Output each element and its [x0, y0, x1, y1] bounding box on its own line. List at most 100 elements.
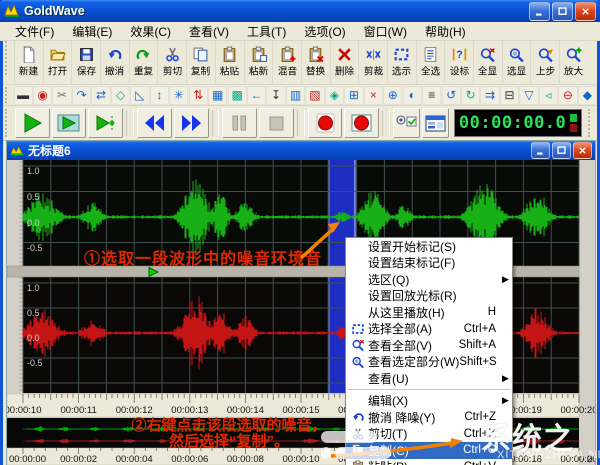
cut-button[interactable]: 剪切: [157, 41, 186, 84]
context-menu-item-4[interactable]: 从这里播放(H) H: [346, 304, 512, 321]
effect-11-button[interactable]: ▦: [208, 85, 228, 105]
svg-text:00:00:06: 00:00:06: [171, 454, 208, 465]
context-menu-item-6[interactable]: 查看全部(V) Shift+A: [346, 337, 512, 354]
effect-29-button[interactable]: ⊖: [558, 85, 578, 105]
viewsel-button[interactable]: 选显: [501, 41, 531, 84]
effect-12-button[interactable]: ▩: [227, 85, 247, 105]
effect-30-button[interactable]: ◆: [577, 85, 597, 105]
new-button[interactable]: 新建: [14, 41, 43, 84]
context-menu-item-10[interactable]: 编辑(X) ▶: [346, 393, 512, 410]
effect-17-button[interactable]: ◈: [324, 85, 345, 105]
svg-text:0: 0: [587, 454, 592, 465]
context-menu-item-0[interactable]: 设置开始标记(S): [346, 238, 512, 255]
play-from-button[interactable]: [88, 108, 124, 138]
device-properties-button[interactable]: [421, 108, 449, 138]
prev-button[interactable]: 上步: [530, 41, 559, 84]
minimize-button[interactable]: [529, 1, 550, 21]
menu-item-7[interactable]: 帮助(H): [416, 21, 475, 42]
trim-button[interactable]: 剪裁: [358, 41, 387, 84]
effect-20-button[interactable]: ⊕: [383, 85, 403, 105]
effect-1-button[interactable]: ▬: [13, 85, 33, 105]
play-selection-button[interactable]: [51, 108, 87, 138]
svg-text:0.0: 0.0: [27, 333, 40, 343]
context-menu-item-14[interactable]: 粘贴(P)Ctrl+V: [346, 459, 512, 465]
context-menu-item-2[interactable]: 选区(Q) ▶: [346, 271, 512, 288]
copy-button[interactable]: 复制: [186, 41, 215, 84]
effect-22-button[interactable]: ≡: [422, 85, 442, 105]
effect-23-button[interactable]: ↺: [441, 85, 461, 105]
toolbar-grip[interactable]: [588, 109, 595, 137]
context-menu-item-8[interactable]: 查看(U) ▶: [346, 370, 512, 387]
undo-button[interactable]: 撤消: [100, 41, 129, 84]
svg-text:-0.5: -0.5: [27, 358, 43, 368]
context-menu-item-1[interactable]: 设置结束标记(F): [346, 255, 512, 272]
rewind-button[interactable]: [136, 108, 172, 138]
context-menu-item-12[interactable]: 剪切(T) Ctrl+X: [346, 426, 512, 443]
effect-4-button[interactable]: ↷: [71, 85, 92, 105]
effect-5-button[interactable]: ⇄: [91, 85, 111, 105]
selectall-button[interactable]: 全选: [415, 41, 445, 84]
monitor-button[interactable]: [392, 108, 420, 138]
paste-button[interactable]: 粘贴: [214, 41, 244, 84]
effect-7-button[interactable]: ◺: [130, 85, 150, 105]
zoomin-button[interactable]: 放大: [559, 41, 588, 84]
effect-24-button[interactable]: ↻: [460, 85, 481, 105]
effect-3-button[interactable]: ✂: [52, 85, 72, 105]
menu-item-6[interactable]: 窗口(W): [355, 21, 416, 42]
record-button[interactable]: [307, 108, 343, 138]
pastenew-button[interactable]: 粘新: [243, 41, 273, 84]
effect-27-button[interactable]: ▽: [519, 85, 539, 105]
effect-10-button[interactable]: ⇅: [188, 85, 208, 105]
context-menu-item-7[interactable]: 查看选定部分(W) Shift+S: [346, 354, 512, 371]
effect-6-button[interactable]: ◇: [110, 85, 131, 105]
effect-18-button[interactable]: ⊞: [344, 85, 364, 105]
play-button[interactable]: [14, 108, 50, 138]
viewall-button[interactable]: 全显: [473, 41, 502, 84]
toolbar-grip[interactable]: [5, 41, 12, 76]
toolbar-grip[interactable]: [5, 109, 12, 137]
toolbar-grip[interactable]: [5, 87, 12, 103]
effect-26-button[interactable]: ⊟: [499, 85, 520, 105]
effect-13-button[interactable]: ←: [246, 85, 267, 105]
effect-15-button[interactable]: ▥: [285, 85, 306, 105]
context-menu-item-5[interactable]: 选择全部(A) Ctrl+A: [346, 321, 512, 338]
record-selection-button[interactable]: [344, 108, 380, 138]
effect-28-button[interactable]: ◃: [538, 85, 559, 105]
effect-19-button[interactable]: ×: [363, 85, 383, 105]
editor-title: 无标题6: [28, 144, 71, 158]
effect-8-button[interactable]: ↕: [149, 85, 169, 105]
selview-button[interactable]: 选示: [386, 41, 416, 84]
context-menu-item-11[interactable]: 撤消 降噪(Y) Ctrl+Z: [346, 409, 512, 426]
context-menu-item-3[interactable]: 设置回放光标(R): [346, 288, 512, 305]
red-indicator: [570, 124, 578, 132]
editor-restore-button[interactable]: [552, 142, 571, 159]
pause-button[interactable]: [222, 108, 258, 138]
fast-forward-button[interactable]: [173, 108, 209, 138]
effect-25-button[interactable]: ⇉: [480, 85, 500, 105]
redo-button[interactable]: 重复: [128, 41, 158, 84]
svg-text:00:00:13: 00:00:13: [171, 405, 208, 416]
marker-button[interactable]: ? 设标: [444, 41, 473, 84]
save-button[interactable]: 保存: [71, 41, 100, 84]
editor-close-button[interactable]: [573, 142, 592, 159]
stop-button[interactable]: [259, 108, 294, 138]
effect-16-button[interactable]: ▧: [305, 85, 325, 105]
effect-9-button[interactable]: ✳: [169, 85, 189, 105]
effect-14-button[interactable]: ↧: [266, 85, 286, 105]
menu-item-3[interactable]: 查看(V): [180, 21, 238, 42]
del-button[interactable]: 删除: [329, 41, 359, 84]
menu-item-0[interactable]: 文件(F): [6, 21, 63, 42]
menu-item-5[interactable]: 选项(O): [295, 21, 354, 42]
effect-2-button[interactable]: ◉: [33, 85, 53, 105]
menu-item-1[interactable]: 编辑(E): [63, 21, 121, 42]
open-button[interactable]: 打开: [42, 41, 72, 84]
mix-button[interactable]: 混音: [272, 41, 301, 84]
effect-21-button[interactable]: ◐: [402, 85, 422, 105]
maximize-button[interactable]: [552, 1, 573, 21]
close-button[interactable]: [575, 1, 596, 21]
menu-item-4[interactable]: 工具(T): [238, 21, 295, 42]
context-menu-item-13[interactable]: 复制(C) Ctrl+C: [346, 442, 512, 459]
menu-item-2[interactable]: 效果(C): [121, 21, 180, 42]
replace-button[interactable]: 替换: [300, 41, 330, 84]
editor-minimize-button[interactable]: [531, 142, 550, 159]
